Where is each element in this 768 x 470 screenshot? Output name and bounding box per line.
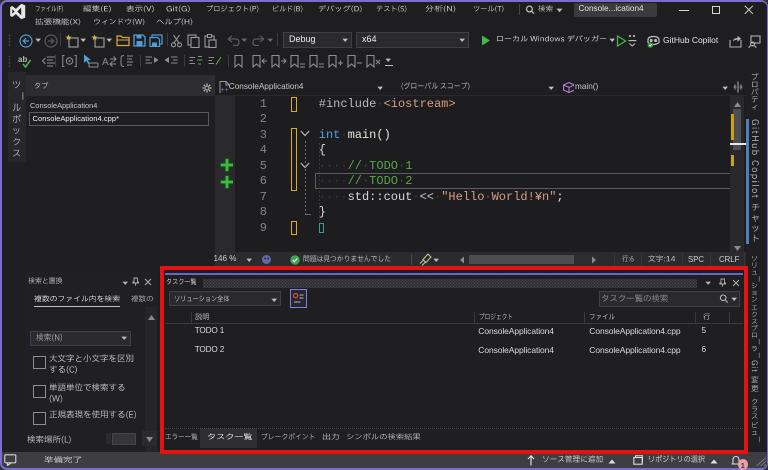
svg-text:A: A bbox=[102, 57, 109, 67]
svg-text:ab: ab bbox=[18, 55, 27, 64]
svg-text:++: ++ bbox=[221, 87, 229, 93]
